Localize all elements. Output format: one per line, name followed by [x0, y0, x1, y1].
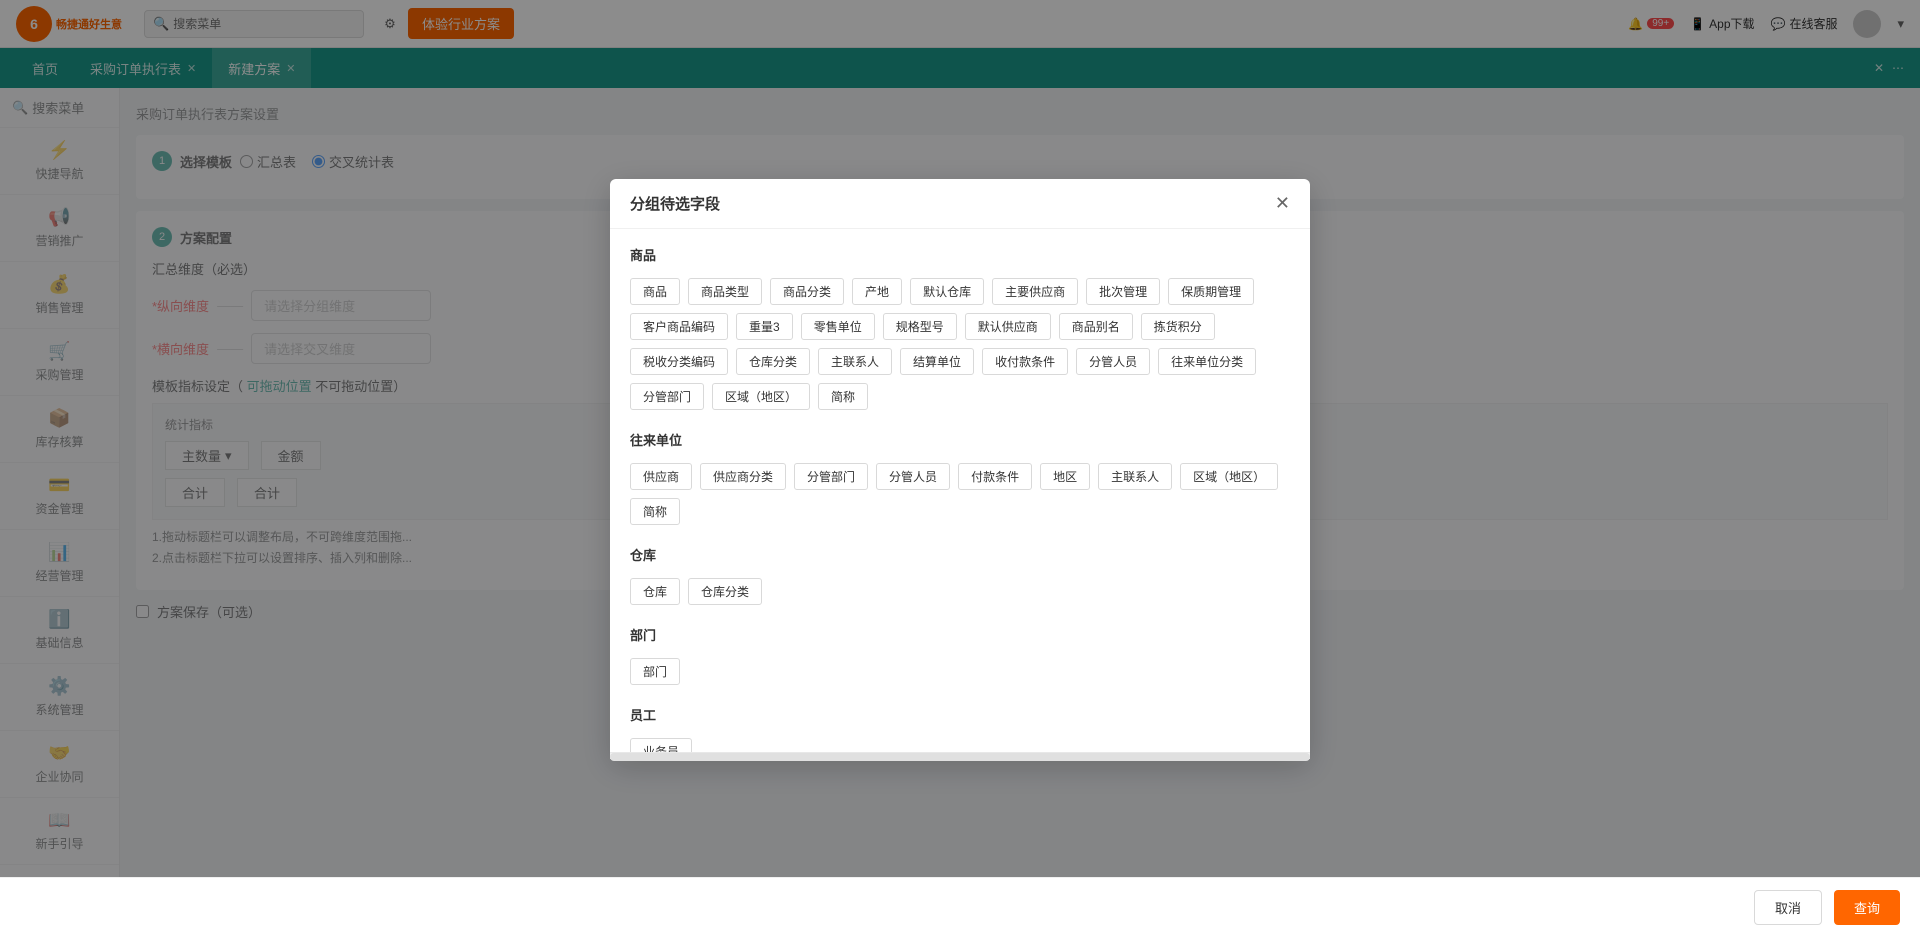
field-chip-0-20[interactable]: 分管人员 [1076, 348, 1150, 375]
field-chip-1-5[interactable]: 地区 [1040, 463, 1090, 490]
field-chip-0-3[interactable]: 产地 [852, 278, 902, 305]
modal-header: 分组待选字段 ✕ [610, 179, 1310, 229]
horizontal-scrollbar[interactable] [610, 752, 1310, 758]
modal-section-1: 往来单位供应商供应商分类分管部门分管人员付款条件地区主联系人区域（地区） 简称 [630, 430, 1290, 525]
field-chip-0-8[interactable]: 客户商品编码 [630, 313, 728, 340]
field-chip-0-23[interactable]: 区域（地区） [712, 383, 810, 410]
field-chip-0-9[interactable]: 重量3 [736, 313, 793, 340]
field-selection-modal: 分组待选字段 ✕ 商品商品商品类型商品分类产地默认仓库主要供应商批次管理保质期管… [610, 179, 1310, 759]
field-chip-0-18[interactable]: 结算单位 [900, 348, 974, 375]
field-chip-0-13[interactable]: 商品别名 [1059, 313, 1133, 340]
field-chip-0-11[interactable]: 规格型号 [883, 313, 957, 340]
modal-section-3: 部门部门 [630, 625, 1290, 685]
field-chip-2-1[interactable]: 仓库分类 [688, 578, 762, 605]
field-chip-0-1[interactable]: 商品类型 [688, 278, 762, 305]
field-chip-1-2[interactable]: 分管部门 [794, 463, 868, 490]
field-chip-0-24[interactable]: 简称 [818, 383, 868, 410]
field-chip-0-17[interactable]: 主联系人 [818, 348, 892, 375]
field-chip-1-6[interactable]: 主联系人 [1098, 463, 1172, 490]
field-chip-3-0[interactable]: 部门 [630, 658, 680, 685]
field-chips-1: 供应商供应商分类分管部门分管人员付款条件地区主联系人区域（地区） 简称 [630, 463, 1290, 525]
field-chip-0-2[interactable]: 商品分类 [770, 278, 844, 305]
field-chip-0-6[interactable]: 批次管理 [1086, 278, 1160, 305]
field-chips-4: 业务员 [630, 738, 1290, 753]
field-chip-0-22[interactable]: 分管部门 [630, 383, 704, 410]
section-title-2: 仓库 [630, 545, 1290, 568]
field-chips-0: 商品商品类型商品分类产地默认仓库主要供应商批次管理保质期管理客户商品编码重量3 零… [630, 278, 1290, 410]
field-chip-4-0[interactable]: 业务员 [630, 738, 692, 753]
field-chip-0-7[interactable]: 保质期管理 [1168, 278, 1254, 305]
modal-section-0: 商品商品商品类型商品分类产地默认仓库主要供应商批次管理保质期管理客户商品编码重量… [630, 245, 1290, 410]
field-chips-2: 仓库仓库分类 [630, 578, 1290, 605]
field-chip-1-1[interactable]: 供应商分类 [700, 463, 786, 490]
field-chip-1-0[interactable]: 供应商 [630, 463, 692, 490]
field-chip-0-16[interactable]: 仓库分类 [736, 348, 810, 375]
field-chip-0-21[interactable]: 往来单位分类 [1158, 348, 1256, 375]
field-chip-0-12[interactable]: 默认供应商 [965, 313, 1051, 340]
modal-title: 分组待选字段 [630, 193, 720, 214]
cancel-button[interactable]: 取消 [1754, 890, 1822, 925]
field-chip-0-0[interactable]: 商品 [630, 278, 680, 305]
section-title-1: 往来单位 [630, 430, 1290, 453]
field-chip-0-4[interactable]: 默认仓库 [910, 278, 984, 305]
field-chip-0-5[interactable]: 主要供应商 [992, 278, 1078, 305]
modal-section-2: 仓库仓库仓库分类 [630, 545, 1290, 605]
confirm-button[interactable]: 查询 [1834, 890, 1900, 925]
field-chip-1-3[interactable]: 分管人员 [876, 463, 950, 490]
field-chip-0-15[interactable]: 税收分类编码 [630, 348, 728, 375]
modal-close-button[interactable]: ✕ [1275, 193, 1290, 214]
field-chip-1-8[interactable]: 简称 [630, 498, 680, 525]
modal-overlay: 分组待选字段 ✕ 商品商品商品类型商品分类产地默认仓库主要供应商批次管理保质期管… [0, 0, 1920, 937]
section-title-0: 商品 [630, 245, 1290, 268]
section-title-3: 部门 [630, 625, 1290, 648]
field-chip-0-14[interactable]: 拣货积分 [1141, 313, 1215, 340]
section-title-4: 员工 [630, 705, 1290, 728]
field-chip-0-19[interactable]: 收付款条件 [982, 348, 1068, 375]
field-chip-1-4[interactable]: 付款条件 [958, 463, 1032, 490]
field-chip-2-0[interactable]: 仓库 [630, 578, 680, 605]
modal-footer: 取消 查询 [0, 877, 1920, 937]
modal-body[interactable]: 商品商品商品类型商品分类产地默认仓库主要供应商批次管理保质期管理客户商品编码重量… [610, 229, 1310, 753]
field-chips-3: 部门 [630, 658, 1290, 685]
field-chip-1-7[interactable]: 区域（地区） [1180, 463, 1278, 490]
modal-section-4: 员工业务员 [630, 705, 1290, 753]
field-chip-0-10[interactable]: 零售单位 [801, 313, 875, 340]
